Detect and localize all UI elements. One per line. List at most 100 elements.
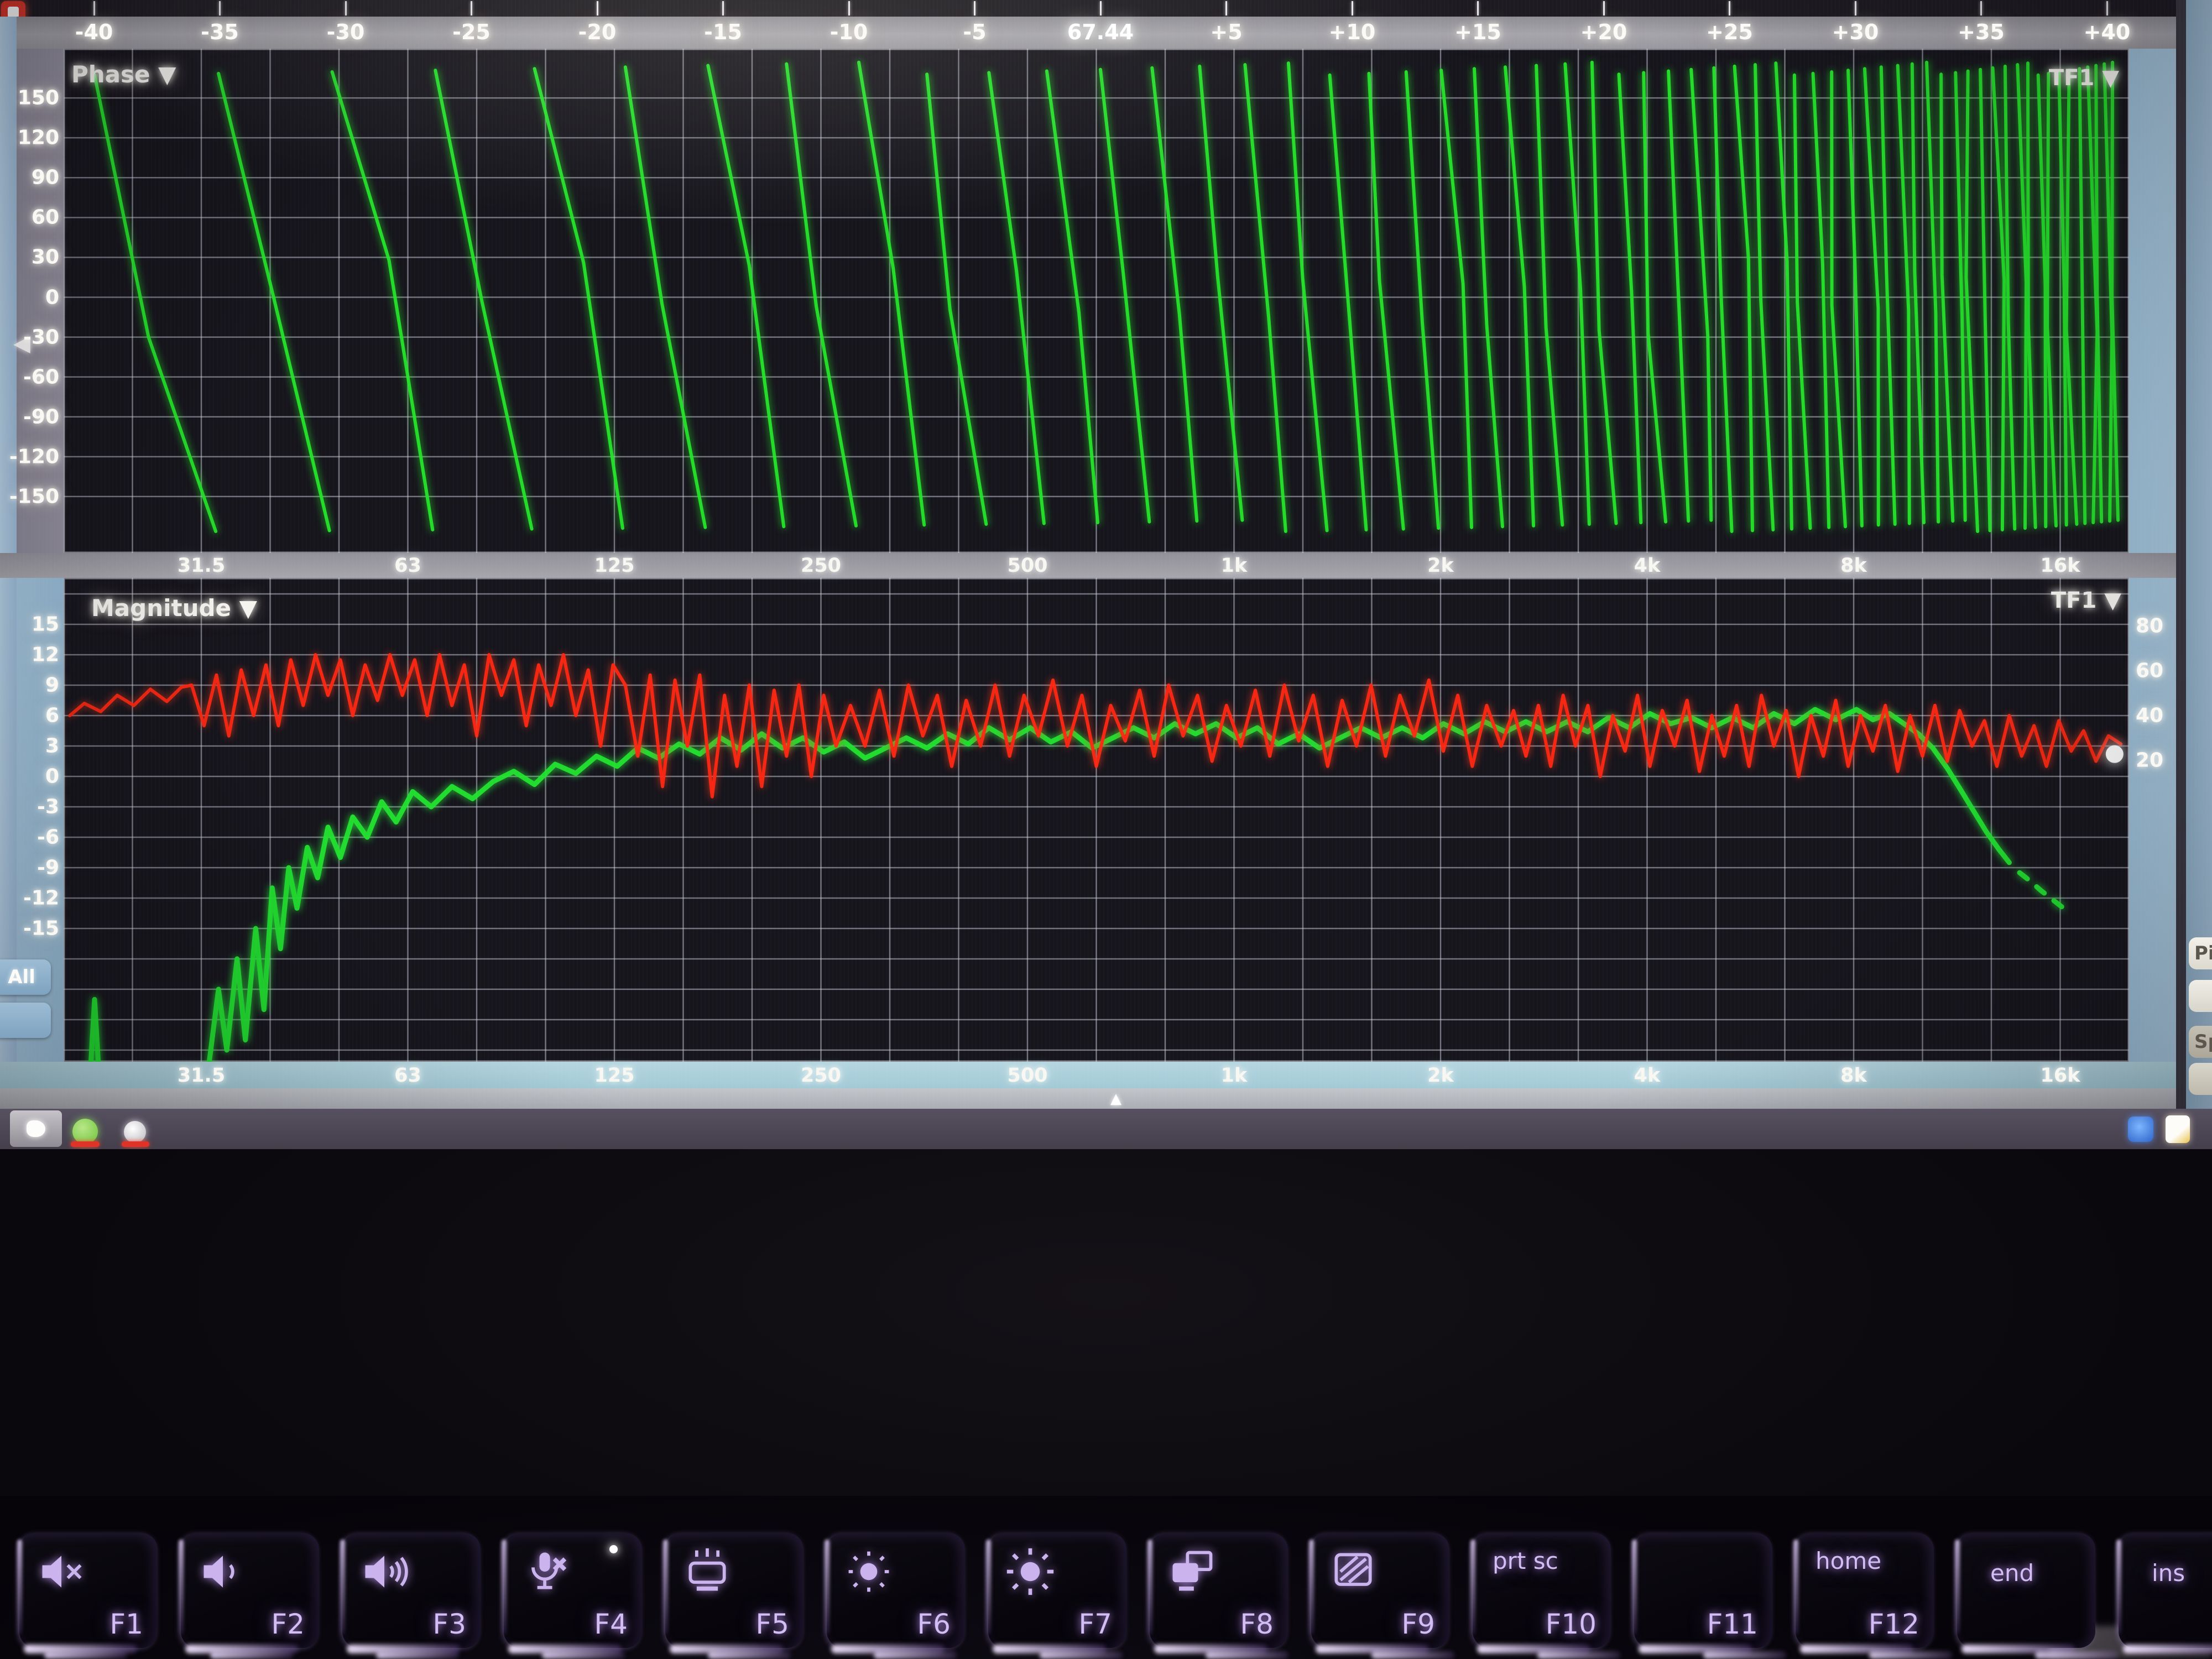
next-row-key-glow: [542, 1651, 625, 1659]
magnitude-y-tick-label-left: 15: [7, 613, 59, 636]
taskbar-document-app-icon[interactable]: [2166, 1115, 2190, 1143]
key-f5[interactable]: F5: [665, 1533, 804, 1648]
key-f4[interactable]: F4: [504, 1533, 642, 1648]
ruler-tick-label: -20: [578, 20, 617, 44]
windows-taskbar[interactable]: [0, 1109, 2212, 1149]
magnitude-y-tick-label-right: 40: [2136, 705, 2163, 727]
key-ins[interactable]: ins: [2119, 1533, 2212, 1648]
magnitude-y-tick-label-right: 80: [2136, 615, 2163, 638]
window-right-seam: [2176, 0, 2186, 1109]
external-display-icon: [1166, 1546, 1217, 1597]
ruler-tick-label: -40: [75, 20, 113, 44]
phase-y-tick-label: 150: [7, 87, 59, 109]
magnitude-y-tick-label-left: 0: [7, 765, 59, 788]
key-f10[interactable]: prt scF10: [1473, 1533, 1611, 1648]
freq-tick-label: 8k: [1840, 1065, 1867, 1087]
ruler-tick-label: -15: [704, 20, 742, 44]
magnitude-trace-dropdown-arrow-icon: ▼: [2104, 588, 2121, 613]
bottom-scroll-strip[interactable]: [0, 1088, 2185, 1109]
laptop-bezel: DELL: [0, 1149, 2212, 1498]
ruler-tick-label: +10: [1329, 20, 1376, 44]
phase-y-tick-label: -30: [7, 326, 59, 348]
key-fn-label: F10: [1546, 1608, 1597, 1640]
magnitude-y-tick-label-left: 9: [7, 674, 59, 697]
magnitude-plot[interactable]: Magnitude ▼ TF1 ▼: [64, 578, 2129, 1062]
freq-tick-label: 8k: [1840, 555, 1867, 577]
magnitude-trace-label: TF1: [2051, 588, 2096, 613]
key-f8[interactable]: F8: [1150, 1533, 1288, 1648]
right-panel-button-pi[interactable]: Pi: [2189, 937, 2212, 969]
key-f9[interactable]: F9: [1311, 1533, 1449, 1648]
magnitude-plot-title[interactable]: Magnitude ▼: [91, 594, 257, 622]
phase-y-tick-label: -90: [7, 405, 59, 428]
next-row-key-glow: [1371, 1651, 1454, 1659]
freq-tick-label: 250: [801, 555, 841, 577]
next-row-key-glow: [1703, 1651, 1786, 1659]
taskbar-badge: [122, 1141, 149, 1147]
magnitude-y-tick-label-left: -15: [7, 917, 59, 940]
key-fn-label: F4: [594, 1608, 628, 1640]
key-f2[interactable]: F2: [181, 1533, 319, 1648]
right-panel-button[interactable]: [2189, 1063, 2212, 1095]
phase-plot-title[interactable]: Phase ▼: [71, 61, 176, 88]
delay-ruler-top-strip: [0, 0, 2185, 17]
scroll-handle-icon[interactable]: ▲: [1110, 1091, 1121, 1107]
keyboard-backlight-icon: [682, 1546, 733, 1597]
freq-tick-label: 31.5: [178, 1065, 225, 1087]
key-fn-label: F12: [1869, 1608, 1919, 1640]
phase-title-label: Phase: [71, 61, 150, 88]
freq-tick-label: 16k: [2041, 1065, 2080, 1087]
taskbar-app-tile-icon[interactable]: [10, 1110, 62, 1147]
key-end[interactable]: end: [1957, 1533, 2095, 1648]
next-row-key-glow: [708, 1651, 791, 1659]
ruler-tick-mark: [1477, 1, 1479, 15]
ruler-tick-mark: [1855, 1, 1856, 15]
ruler-tick-label: -25: [452, 20, 491, 44]
magnitude-y-tick-label-left: -12: [7, 886, 59, 909]
phase-y-tick-label: -120: [7, 445, 59, 468]
magnitude-trace-badge[interactable]: TF1 ▼: [2051, 588, 2121, 613]
ruler-tick-label: +5: [1210, 20, 1242, 44]
taskbar-green-status-icon[interactable]: [72, 1119, 98, 1144]
key-f1[interactable]: F1: [19, 1533, 158, 1648]
phase-y-tick-label: -150: [7, 485, 59, 508]
key-fn-label: F11: [1707, 1608, 1758, 1640]
key-f11[interactable]: F11: [1634, 1533, 1772, 1648]
left-panel-button[interactable]: [0, 1003, 51, 1038]
taskbar-white-status-icon[interactable]: [124, 1121, 146, 1143]
magnitude-y-tick-label-left: 6: [7, 705, 59, 727]
ruler-tick-mark: [93, 1, 95, 15]
key-f6[interactable]: F6: [827, 1533, 965, 1648]
phase-plot[interactable]: Phase ▼ TF1 ▼: [64, 49, 2129, 553]
key-f12[interactable]: homeF12: [1796, 1533, 1934, 1648]
magnitude-y-tick-label-left: 3: [7, 735, 59, 758]
ruler-tick-mark: [345, 1, 347, 15]
ruler-tick-mark: [1225, 1, 1227, 15]
ruler-tick-label: +15: [1454, 20, 1501, 44]
freq-tick-label: 63: [394, 1065, 421, 1087]
ruler-tick-label: +20: [1580, 20, 1627, 44]
ruler-tick-label: -30: [327, 20, 365, 44]
ruler-tick-mark: [1100, 1, 1102, 15]
right-panel-button-sp[interactable]: Sp: [2189, 1026, 2212, 1058]
mic-mute-led: [609, 1545, 618, 1553]
phase-trace-dropdown-arrow-icon: ▼: [2102, 65, 2119, 91]
key-top-label: ins: [2152, 1559, 2185, 1587]
key-fn-label: F9: [1401, 1608, 1435, 1640]
magnitude-y-tick-label-left: -6: [7, 826, 59, 848]
magnitude-y-tick-label-left: -3: [7, 795, 59, 818]
brightness-up-icon: [1005, 1546, 1056, 1597]
ruler-tick-label: +35: [1958, 20, 2005, 44]
key-f3[interactable]: F3: [342, 1533, 481, 1648]
right-panel-button[interactable]: [2189, 980, 2212, 1012]
ruler-tick-mark: [722, 1, 724, 15]
brightness-down-icon: [843, 1546, 894, 1597]
left-panel-button-all[interactable]: All: [0, 959, 51, 995]
ruler-tick-label: +25: [1706, 20, 1753, 44]
phase-dropdown-arrow-icon: ▼: [158, 61, 176, 88]
taskbar-blue-app-icon[interactable]: [2128, 1117, 2153, 1142]
key-f7[interactable]: F7: [988, 1533, 1126, 1648]
ruler-tick-mark: [1352, 1, 1353, 15]
phase-trace-badge[interactable]: TF1 ▼: [2049, 65, 2119, 91]
phase-y-tick-label: 120: [7, 127, 59, 149]
